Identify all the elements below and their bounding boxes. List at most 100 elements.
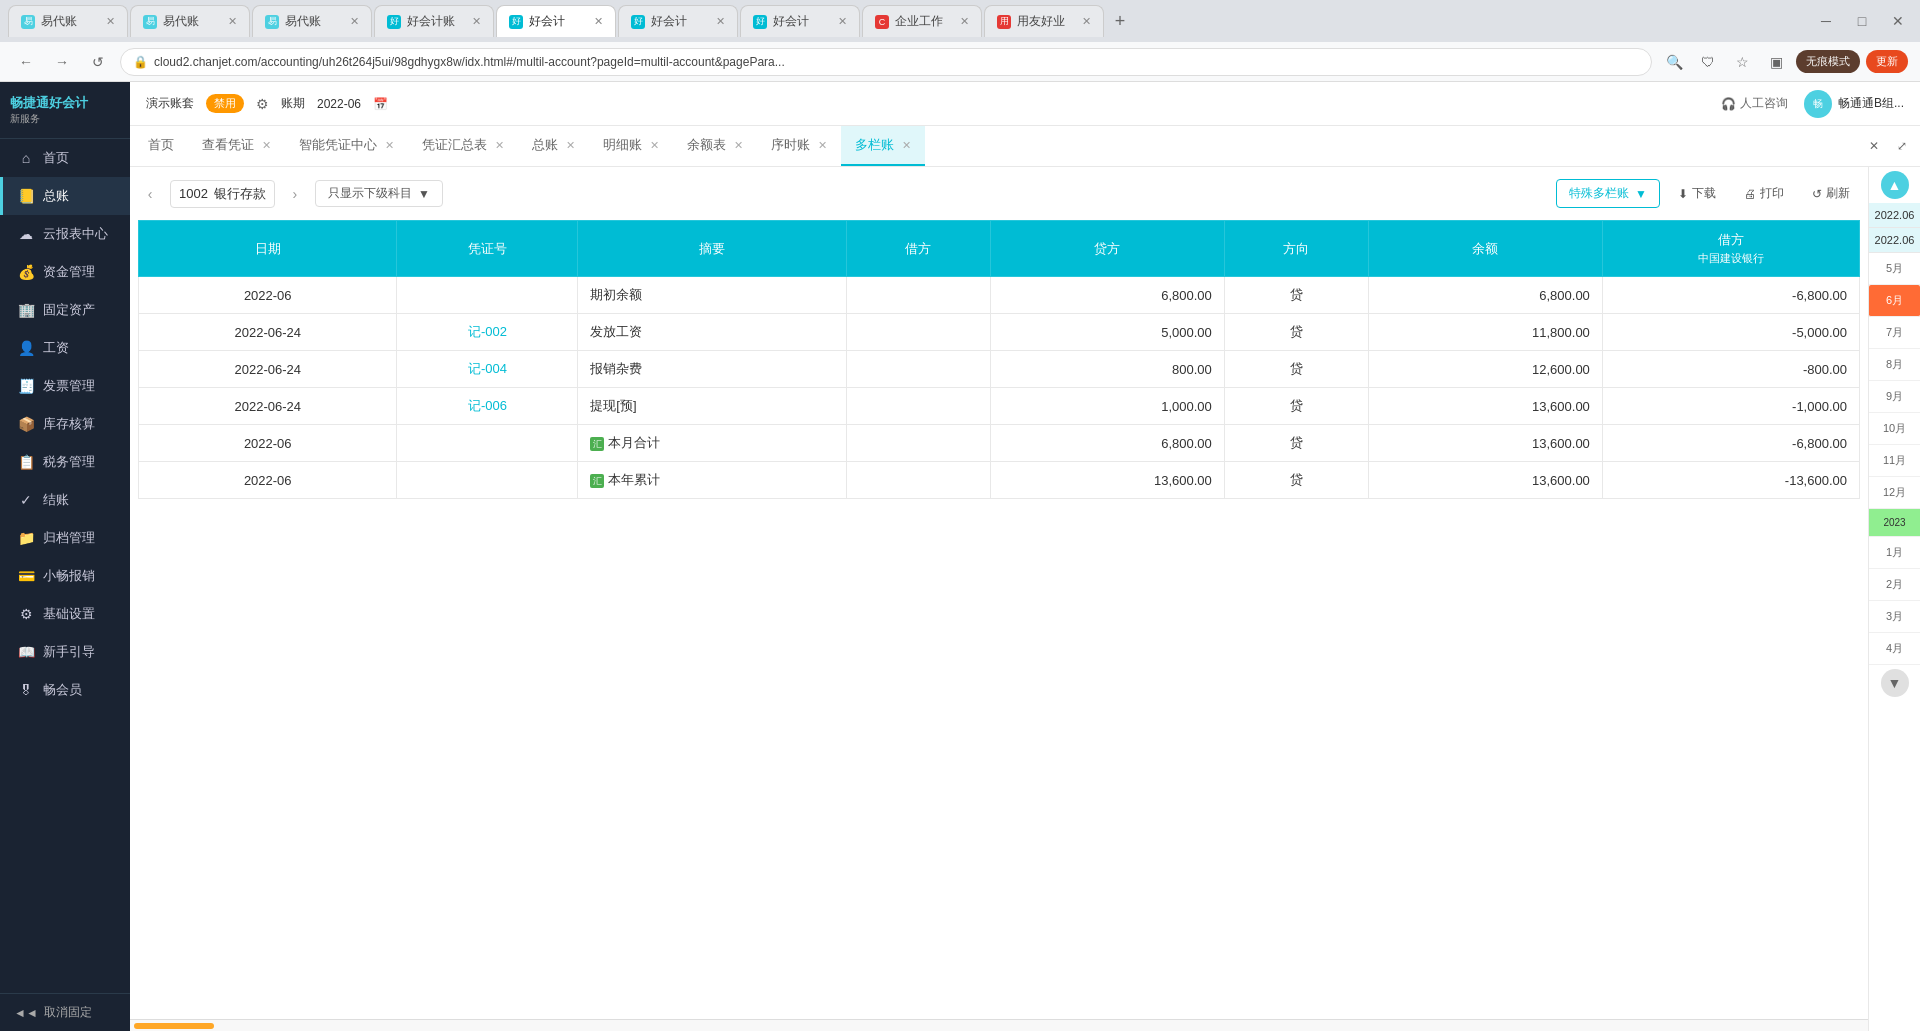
timeline-month-apr-2023[interactable]: 4月: [1869, 633, 1920, 665]
sidebar-item-ledger[interactable]: 📒 总账: [0, 177, 130, 215]
timeline-month-december[interactable]: 12月: [1869, 477, 1920, 509]
timeline-month-july[interactable]: 7月: [1869, 317, 1920, 349]
timeline-month-september[interactable]: 9月: [1869, 381, 1920, 413]
tab-balance-sheet[interactable]: 余额表 ✕: [673, 126, 757, 166]
minimize-button[interactable]: ─: [1812, 7, 1840, 35]
tab-9-close[interactable]: ✕: [1082, 15, 1091, 28]
browser-tab-1[interactable]: 易 易代账 ✕: [8, 5, 128, 37]
tab-view-voucher[interactable]: 查看凭证 ✕: [188, 126, 285, 166]
timeline-scroll-down-button[interactable]: ▼: [1881, 669, 1909, 697]
sidebar-item-invoice[interactable]: 🧾 发票管理: [0, 367, 130, 405]
tab-multi-col-ledger[interactable]: 多栏账 ✕: [841, 126, 925, 166]
timeline-month-november[interactable]: 11月: [1869, 445, 1920, 477]
tab-detail-ledger[interactable]: 明细账 ✕: [589, 126, 673, 166]
browser-tab-4[interactable]: 好 好会计账 ✕: [374, 5, 494, 37]
scrollbar-thumb[interactable]: [134, 1023, 214, 1029]
cell-voucher-2[interactable]: 记-004: [397, 351, 578, 388]
no-trace-button[interactable]: 无痕模式: [1796, 50, 1860, 73]
search-icon[interactable]: 🔍: [1660, 48, 1688, 76]
new-tab-button[interactable]: +: [1106, 7, 1134, 35]
url-input[interactable]: 🔒 cloud2.chanjet.com/accounting/uh26t264…: [120, 48, 1652, 76]
tab-voucher-summary[interactable]: 凭证汇总表 ✕: [408, 126, 518, 166]
cell-voucher-1[interactable]: 记-002: [397, 314, 578, 351]
timeline-month-may[interactable]: 5月: [1869, 253, 1920, 285]
next-account-button[interactable]: ›: [283, 182, 307, 206]
sidebar-item-tax[interactable]: 📋 税务管理: [0, 443, 130, 481]
sidebar-item-expense[interactable]: 💳 小畅报销: [0, 557, 130, 595]
tab-balance-sheet-close[interactable]: ✕: [734, 139, 743, 152]
tab-multi-col-ledger-close[interactable]: ✕: [902, 139, 911, 152]
sidebar-toggle-button[interactable]: ▣: [1762, 48, 1790, 76]
sidebar-item-member[interactable]: 🎖 畅会员: [0, 671, 130, 709]
tab-8-close[interactable]: ✕: [960, 15, 969, 28]
tab-general-ledger[interactable]: 总账 ✕: [518, 126, 589, 166]
sidebar-item-close-accounts[interactable]: ✓ 结账: [0, 481, 130, 519]
consulting-button[interactable]: 🎧 人工咨询: [1721, 95, 1788, 112]
tab-sequence-ledger-close[interactable]: ✕: [818, 139, 827, 152]
timeline-month-jan-2023[interactable]: 1月: [1869, 537, 1920, 569]
tab-3-close[interactable]: ✕: [350, 15, 359, 28]
account-selector[interactable]: 1002 银行存款: [170, 180, 275, 208]
download-button[interactable]: ⬇ 下载: [1668, 180, 1726, 207]
sidebar-item-guide[interactable]: 📖 新手引导: [0, 633, 130, 671]
tab-sequence-ledger[interactable]: 序时账 ✕: [757, 126, 841, 166]
browser-tab-3[interactable]: 易 易代账 ✕: [252, 5, 372, 37]
maximize-button[interactable]: □: [1848, 7, 1876, 35]
shield-icon[interactable]: 🛡: [1694, 48, 1722, 76]
tab-general-ledger-close[interactable]: ✕: [566, 139, 575, 152]
browser-tab-5[interactable]: 好 好会计 ✕: [496, 5, 616, 37]
tab-detail-ledger-close[interactable]: ✕: [650, 139, 659, 152]
sidebar-item-home[interactable]: ⌂ 首页: [0, 139, 130, 177]
tab-smart-voucher-close[interactable]: ✕: [385, 139, 394, 152]
tab-smart-voucher[interactable]: 智能凭证中心 ✕: [285, 126, 408, 166]
settings-gear-icon[interactable]: ⚙: [256, 96, 269, 112]
sidebar-item-inventory[interactable]: 📦 库存核算: [0, 405, 130, 443]
browser-tab-2[interactable]: 易 易代账 ✕: [130, 5, 250, 37]
sidebar-item-settings[interactable]: ⚙ 基础设置: [0, 595, 130, 633]
tab-voucher-summary-close[interactable]: ✕: [495, 139, 504, 152]
tab-1-close[interactable]: ✕: [106, 15, 115, 28]
calendar-icon[interactable]: 📅: [373, 97, 388, 111]
multi-col-button[interactable]: 特殊多栏账 ▼: [1556, 179, 1660, 208]
tab-4-close[interactable]: ✕: [472, 15, 481, 28]
tab-2-close[interactable]: ✕: [228, 15, 237, 28]
expand-button[interactable]: ⤢: [1888, 132, 1916, 160]
sidebar-item-capital[interactable]: 💰 资金管理: [0, 253, 130, 291]
tab-view-voucher-close[interactable]: ✕: [262, 139, 271, 152]
unpin-button[interactable]: ◄◄ 取消固定: [0, 994, 130, 1031]
back-button[interactable]: ←: [12, 48, 40, 76]
prev-account-button[interactable]: ‹: [138, 182, 162, 206]
timeline-month-mar-2023[interactable]: 3月: [1869, 601, 1920, 633]
forward-button[interactable]: →: [48, 48, 76, 76]
sidebar-item-fixed-assets[interactable]: 🏢 固定资产: [0, 291, 130, 329]
sidebar-item-salary[interactable]: 👤 工资: [0, 329, 130, 367]
user-area[interactable]: 畅 畅通通B组...: [1804, 90, 1904, 118]
horizontal-scrollbar[interactable]: [130, 1019, 1868, 1031]
tab-7-close[interactable]: ✕: [838, 15, 847, 28]
cell-voucher-3[interactable]: 记-006: [397, 388, 578, 425]
star-icon[interactable]: ☆: [1728, 48, 1756, 76]
close-window-button[interactable]: ✕: [1884, 7, 1912, 35]
sub-account-filter[interactable]: 只显示下级科目 ▼: [315, 180, 443, 207]
tab-6-close[interactable]: ✕: [716, 15, 725, 28]
refresh-ledger-button[interactable]: ↺ 刷新: [1802, 180, 1860, 207]
sidebar-item-cloud-report[interactable]: ☁ 云报表中心: [0, 215, 130, 253]
timeline-month-october[interactable]: 10月: [1869, 413, 1920, 445]
browser-tab-9[interactable]: 用 用友好业 ✕: [984, 5, 1104, 37]
timeline-month-feb-2023[interactable]: 2月: [1869, 569, 1920, 601]
timeline-month-august[interactable]: 8月: [1869, 349, 1920, 381]
sidebar-item-archive[interactable]: 📁 归档管理: [0, 519, 130, 557]
voucher-link-2[interactable]: 记-004: [468, 361, 507, 376]
collapse-left-button[interactable]: ✕: [1860, 132, 1888, 160]
update-button[interactable]: 更新: [1866, 50, 1908, 73]
browser-tab-8[interactable]: C 企业工作 ✕: [862, 5, 982, 37]
voucher-link-3[interactable]: 记-006: [468, 398, 507, 413]
refresh-page-button[interactable]: ↺: [84, 48, 112, 76]
timeline-month-june[interactable]: 6月: [1869, 285, 1920, 317]
tab-home[interactable]: 首页: [134, 126, 188, 166]
voucher-link-1[interactable]: 记-002: [468, 324, 507, 339]
browser-tab-6[interactable]: 好 好会计 ✕: [618, 5, 738, 37]
browser-tab-7[interactable]: 好 好会计 ✕: [740, 5, 860, 37]
print-button[interactable]: 🖨 打印: [1734, 180, 1794, 207]
timeline-scroll-up-button[interactable]: ▲: [1881, 171, 1909, 199]
